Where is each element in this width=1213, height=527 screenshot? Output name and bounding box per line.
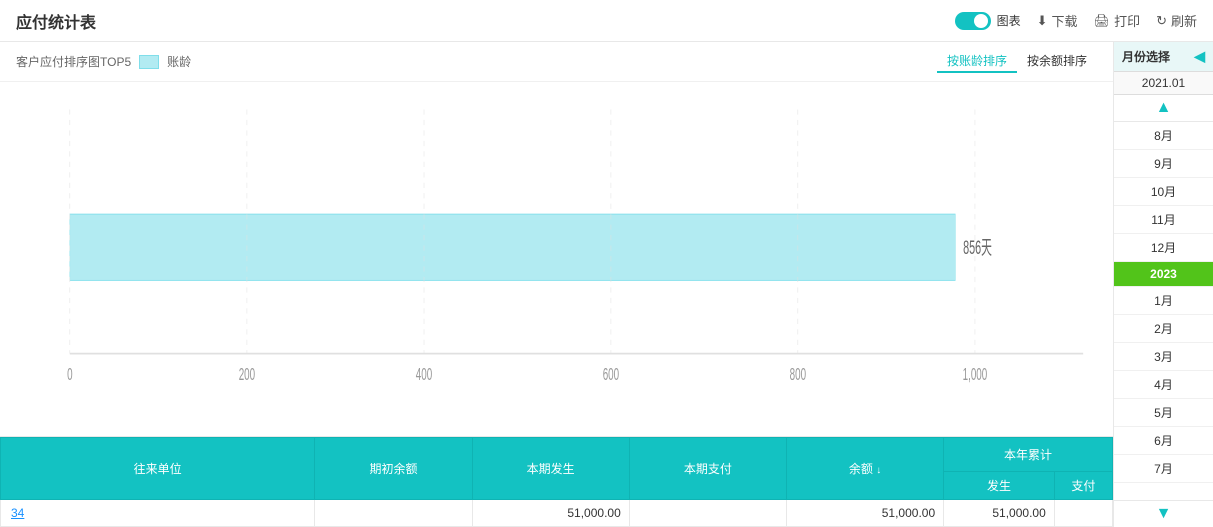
- cell-current-pay: [629, 500, 786, 527]
- svg-text:0: 0: [67, 365, 73, 385]
- sort-tab-age[interactable]: 按账龄排序: [937, 50, 1017, 73]
- col-header-ytd-pay: 支付: [1054, 472, 1112, 500]
- col-header-ytd-occur: 发生: [944, 472, 1055, 500]
- sidebar-year-input[interactable]: [1114, 72, 1213, 95]
- sidebar-month-item[interactable]: 2月: [1114, 315, 1213, 343]
- sidebar-month-item[interactable]: 5月: [1114, 399, 1213, 427]
- col-header-current-pay: 本期支付: [629, 438, 786, 500]
- col-header-opening: 期初余额: [315, 438, 472, 500]
- chart-area: 客户应付排序图TOP5 账龄 按账龄排序 按余额排序 34: [0, 42, 1113, 527]
- chart-label: 图表: [997, 12, 1021, 29]
- refresh-label: 刷新: [1171, 11, 1197, 30]
- refresh-button[interactable]: ↻ 刷新: [1156, 11, 1197, 30]
- table-area: 往来单位 期初余额 本期发生 本期支付 余额 ↓ 本年累计: [0, 436, 1113, 527]
- svg-text:800: 800: [790, 365, 806, 385]
- sidebar-month-item[interactable]: 7月: [1114, 455, 1213, 483]
- app-container: 应付统计表 图表 ⬇ 下载 🖨 打印 ↻ 刷新: [0, 0, 1213, 527]
- col-header-balance: 余额 ↓: [786, 438, 943, 500]
- download-label: 下载: [1052, 11, 1078, 30]
- sidebar-month-item[interactable]: 2023: [1114, 262, 1213, 287]
- balance-sort-icon[interactable]: ↓: [876, 465, 881, 476]
- col-header-current-occur: 本期发生: [472, 438, 629, 500]
- legend-box-label: 账龄: [167, 53, 191, 70]
- sidebar-up-button[interactable]: ▲: [1114, 95, 1213, 122]
- sidebar-down-button[interactable]: ▼: [1114, 500, 1213, 527]
- sidebar-months: 8月9月10月11月12月20231月2月3月4月5月6月7月: [1114, 122, 1213, 500]
- refresh-icon: ↻: [1156, 13, 1167, 29]
- print-button[interactable]: 🖨 打印: [1094, 11, 1141, 30]
- page-header: 应付统计表 图表 ⬇ 下载 🖨 打印 ↻ 刷新: [0, 0, 1213, 42]
- cell-ytd-occur: 51,000.00: [944, 500, 1055, 527]
- sidebar-month-item[interactable]: 12月: [1114, 234, 1213, 262]
- sidebar-header-label: 月份选择: [1122, 48, 1170, 65]
- svg-text:200: 200: [239, 365, 255, 385]
- unit-link[interactable]: 34: [11, 506, 24, 520]
- chart-header: 客户应付排序图TOP5 账龄 按账龄排序 按余额排序: [0, 42, 1113, 82]
- table-row: 3451,000.0051,000.0051,000.00: [1, 500, 1113, 527]
- col-header-ytd: 本年累计: [944, 438, 1113, 472]
- svg-text:856天: 856天: [963, 238, 992, 259]
- down-icon: ▼: [1156, 505, 1172, 523]
- up-icon: ▲: [1156, 99, 1172, 117]
- download-icon: ⬇: [1037, 13, 1048, 29]
- cell-current-occur: 51,000.00: [472, 500, 629, 527]
- legend-label: 客户应付排序图TOP5: [16, 53, 131, 70]
- table-wrapper: 往来单位 期初余额 本期发生 本期支付 余额 ↓ 本年累计: [0, 437, 1113, 527]
- legend-box: [139, 55, 159, 69]
- chart-legend: 客户应付排序图TOP5 账龄: [16, 53, 191, 70]
- sidebar-month-item[interactable]: 10月: [1114, 178, 1213, 206]
- main-area: 客户应付排序图TOP5 账龄 按账龄排序 按余额排序 34: [0, 42, 1213, 527]
- svg-text:1,000: 1,000: [963, 365, 988, 385]
- cell-unit[interactable]: 34: [1, 500, 315, 527]
- chart-body: 34 856天 0 200 400 600 800: [0, 82, 1113, 436]
- svg-text:400: 400: [416, 365, 432, 385]
- sort-tab-balance[interactable]: 按余额排序: [1017, 50, 1097, 73]
- chart-svg: 34 856天 0 200 400 600 800: [60, 92, 1093, 406]
- print-icon: 🖨: [1094, 13, 1111, 29]
- sidebar-month-item[interactable]: 4月: [1114, 371, 1213, 399]
- sidebar-month-item[interactable]: 1月: [1114, 287, 1213, 315]
- chart-toggle-wrapper[interactable]: 图表: [955, 12, 1021, 30]
- download-button[interactable]: ⬇ 下载: [1037, 11, 1078, 30]
- sidebar-month-item[interactable]: 8月: [1114, 122, 1213, 150]
- print-label: 打印: [1114, 11, 1140, 30]
- col-header-unit: 往来单位: [1, 438, 315, 500]
- sidebar-toggle-icon[interactable]: ◀: [1194, 48, 1205, 65]
- sidebar-month-item[interactable]: 3月: [1114, 343, 1213, 371]
- cell-ytd-pay: [1054, 500, 1112, 527]
- page-title: 应付统计表: [16, 9, 96, 33]
- sidebar-header: 月份选择 ◀: [1114, 42, 1213, 72]
- header-actions: 图表 ⬇ 下载 🖨 打印 ↻ 刷新: [955, 11, 1197, 30]
- sidebar: 月份选择 ◀ ▲ 8月9月10月11月12月20231月2月3月4月5月6月7月…: [1113, 42, 1213, 527]
- svg-text:600: 600: [603, 365, 619, 385]
- sidebar-month-item[interactable]: 11月: [1114, 206, 1213, 234]
- data-table: 往来单位 期初余额 本期发生 本期支付 余额 ↓ 本年累计: [0, 437, 1113, 527]
- sidebar-month-item[interactable]: 6月: [1114, 427, 1213, 455]
- cell-balance: 51,000.00: [786, 500, 943, 527]
- cell-opening: [315, 500, 472, 527]
- chart-sort-tabs: 按账龄排序 按余额排序: [937, 50, 1097, 73]
- sidebar-month-item[interactable]: 9月: [1114, 150, 1213, 178]
- chart-toggle[interactable]: [955, 12, 991, 30]
